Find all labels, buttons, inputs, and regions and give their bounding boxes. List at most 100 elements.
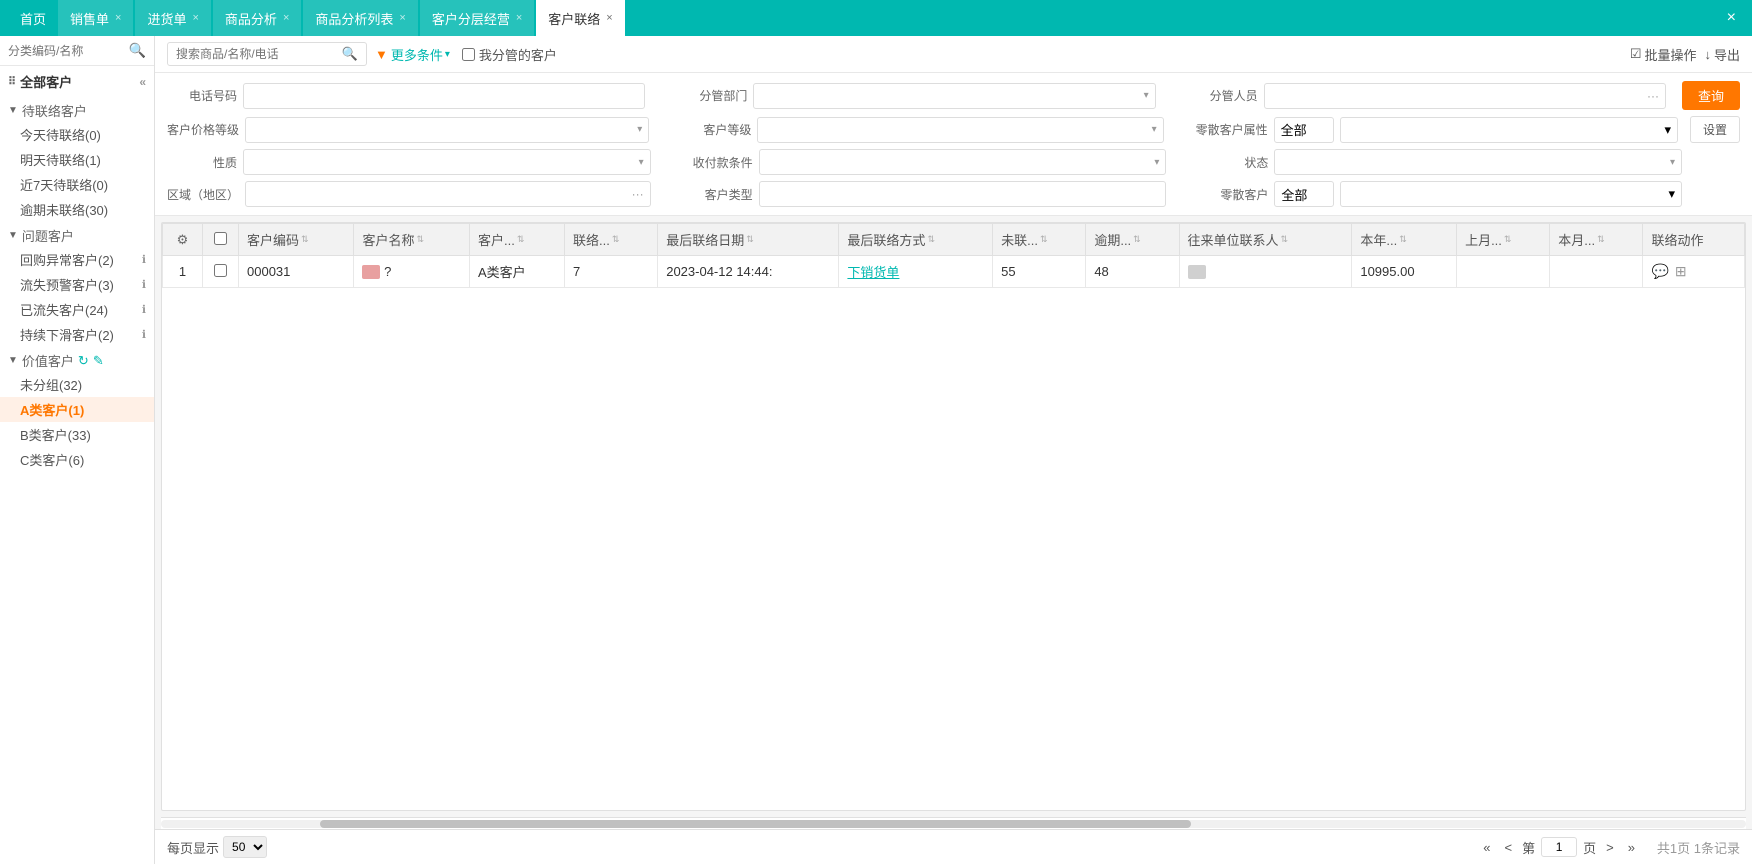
sidebar-item-b-class[interactable]: B类客户(33) [0, 422, 154, 447]
td-last-contact-method[interactable]: 下销货单 [839, 256, 993, 288]
phone-input[interactable] [243, 83, 645, 109]
nav-home[interactable]: 首页 [8, 0, 58, 36]
nav-tab-product-analysis[interactable]: 商品分析 × [213, 0, 301, 36]
sort-icon-year[interactable]: ⇅ [1399, 234, 1407, 245]
filter-search-input[interactable] [176, 47, 342, 61]
batch-ops-btn[interactable]: ☑ 批量操作 [1630, 45, 1697, 64]
status-select[interactable]: ▾ [1274, 149, 1682, 175]
sort-icon-last-month[interactable]: ⇅ [1504, 234, 1512, 245]
sidebar-group-pending[interactable]: ▼ 待联络客户 [0, 97, 154, 122]
sort-icon-contact[interactable]: ⇅ [612, 234, 620, 245]
sidebar-item-declining-label: 持续下滑客户(2) [20, 325, 114, 344]
nav-tab-customer-tier[interactable]: 客户分层经营 × [420, 0, 534, 36]
right-content: 🔍 ▼ 更多条件 ▾ 我分管的客户 ☑ 批量操作 ↓ 导出 [155, 36, 1752, 864]
nav-tab-customer-contact-close[interactable]: × [606, 12, 612, 24]
sidebar-item-today[interactable]: 今天待联络(0) [0, 122, 154, 147]
region-input[interactable]: ··· [245, 181, 651, 207]
sidebar-search-icon[interactable]: 🔍 [129, 42, 146, 59]
nav-tab-purchase[interactable]: 进货单 × [135, 0, 210, 36]
nav-tab-sales-close[interactable]: × [115, 12, 121, 24]
export-btn[interactable]: ↓ 导出 [1704, 45, 1740, 64]
customer-level-select[interactable]: ▾ [757, 117, 1163, 143]
sidebar-item-7days[interactable]: 近7天待联络(0) [0, 172, 154, 197]
select-all-checkbox[interactable] [214, 232, 227, 245]
sidebar-item-declining[interactable]: 持续下滑客户(2) ℹ [0, 322, 154, 347]
price-level-select[interactable]: ▾ [245, 117, 649, 143]
filter-search-icon[interactable]: 🔍 [342, 46, 358, 62]
refresh-icon[interactable]: ↻ [78, 353, 89, 369]
sidebar-group-value[interactable]: ▼ 价值客户 ↻ ✎ [0, 347, 154, 372]
sort-icon-method[interactable]: ⇅ [927, 234, 935, 245]
nature-select[interactable]: ▾ [243, 149, 651, 175]
scroll-track[interactable] [161, 820, 1746, 828]
nav-tab-product-analysis-close[interactable]: × [283, 12, 289, 24]
nav-tab-product-list[interactable]: 商品分析列表 × [303, 0, 417, 36]
query-btn[interactable]: 查询 [1682, 81, 1740, 110]
last-page-btn[interactable]: » [1624, 840, 1639, 855]
sort-icon-overdue[interactable]: ⇅ [1133, 234, 1141, 245]
sidebar-collapse-btn[interactable]: « [139, 75, 146, 89]
gear-icon[interactable]: ⚙ [177, 232, 189, 247]
nav-tab-purchase-close[interactable]: × [192, 12, 198, 24]
sort-icon-name[interactable]: ⇅ [417, 234, 425, 245]
nav-close-icon[interactable]: × [1719, 9, 1744, 27]
edit-icon[interactable]: ✎ [93, 353, 104, 369]
th-gear[interactable]: ⚙ [163, 224, 203, 256]
last-contact-method-link[interactable]: 下销货单 [847, 265, 899, 280]
sidebar-item-repurchase-abnormal[interactable]: 回购异常客户(2) ℹ [0, 247, 154, 272]
sidebar-item-overdue[interactable]: 逾期未联络(30) [0, 197, 154, 222]
person-input[interactable]: ··· [1264, 83, 1666, 109]
sort-icon-related[interactable]: ⇅ [1281, 234, 1289, 245]
row-checkbox[interactable] [214, 264, 227, 277]
retail-customer-extra[interactable]: ▾ [1340, 181, 1682, 207]
th-check[interactable] [203, 224, 239, 256]
sidebar-item-a-class-label: A类客户(1) [20, 400, 84, 419]
sidebar-item-overdue-label: 逾期未联络(30) [20, 200, 108, 219]
nav-tab-sales[interactable]: 销售单 × [58, 0, 133, 36]
my-customers-checkbox-label[interactable]: 我分管的客户 [462, 45, 557, 64]
retail-attr-select[interactable]: 全部 [1274, 117, 1334, 143]
filter-more-btn[interactable]: ▼ 更多条件 ▾ [375, 45, 450, 64]
retail-customer-select[interactable]: 全部 [1274, 181, 1334, 207]
sidebar-item-tomorrow[interactable]: 明天待联络(1) [0, 147, 154, 172]
horizontal-scrollbar[interactable] [161, 817, 1746, 829]
sidebar-all-customers[interactable]: ⠿ 全部客户 « [0, 66, 154, 97]
sidebar-item-churn-warning[interactable]: 流失预警客户(3) ℹ [0, 272, 154, 297]
dept-arrow: ▾ [1144, 90, 1149, 101]
nav-tab-product-list-close[interactable]: × [399, 12, 405, 24]
qr-icon[interactable]: ⊞ [1675, 263, 1687, 280]
scroll-thumb[interactable] [320, 820, 1192, 828]
next-page-btn[interactable]: > [1602, 840, 1618, 855]
sort-icon-not-contact[interactable]: ⇅ [1040, 234, 1048, 245]
payment-select[interactable]: ▾ [759, 149, 1167, 175]
sidebar-item-a-class[interactable]: A类客户(1) [0, 397, 154, 422]
chat-icon[interactable]: 💬 [1651, 263, 1668, 280]
filter-cell-phone: 电话号码 [167, 83, 645, 109]
nav-tab-customer-tier-close[interactable]: × [516, 12, 522, 24]
sidebar-search-input[interactable] [8, 44, 129, 58]
page-input[interactable] [1541, 837, 1577, 857]
sort-icon-date[interactable]: ⇅ [746, 234, 754, 245]
settings-btn[interactable]: 设置 [1690, 116, 1740, 143]
retail-attr-extra[interactable]: ▾ [1340, 117, 1678, 143]
dept-select[interactable]: ▾ [753, 83, 1155, 109]
sidebar-item-c-class[interactable]: C类客户(6) [0, 447, 154, 472]
sidebar-group-problem[interactable]: ▼ 问题客户 [0, 222, 154, 247]
nav-tab-customer-contact[interactable]: 客户联络 × [536, 0, 624, 36]
filter-cell-dept: 分管部门 ▾ [677, 83, 1155, 109]
td-check[interactable] [203, 256, 239, 288]
sidebar-item-churned[interactable]: 已流失客户(24) ℹ [0, 297, 154, 322]
th-this-month-label: 本月... [1558, 230, 1595, 249]
filter-icon: ▼ [375, 47, 388, 62]
sort-icon-type[interactable]: ⇅ [517, 234, 525, 245]
sidebar-item-unclassified[interactable]: 未分组(32) [0, 372, 154, 397]
prev-page-btn[interactable]: < [1500, 840, 1516, 855]
info-icon-3: ℹ [142, 303, 146, 316]
first-page-btn[interactable]: « [1479, 840, 1494, 855]
sort-icon-this-month[interactable]: ⇅ [1597, 234, 1605, 245]
sort-icon-code[interactable]: ⇅ [301, 234, 309, 245]
my-customers-checkbox[interactable] [462, 48, 475, 61]
page-size-select[interactable]: 50 [223, 836, 267, 858]
nav-tab-customer-tier-label: 客户分层经营 [432, 9, 510, 28]
customer-type-input[interactable] [759, 181, 1167, 207]
